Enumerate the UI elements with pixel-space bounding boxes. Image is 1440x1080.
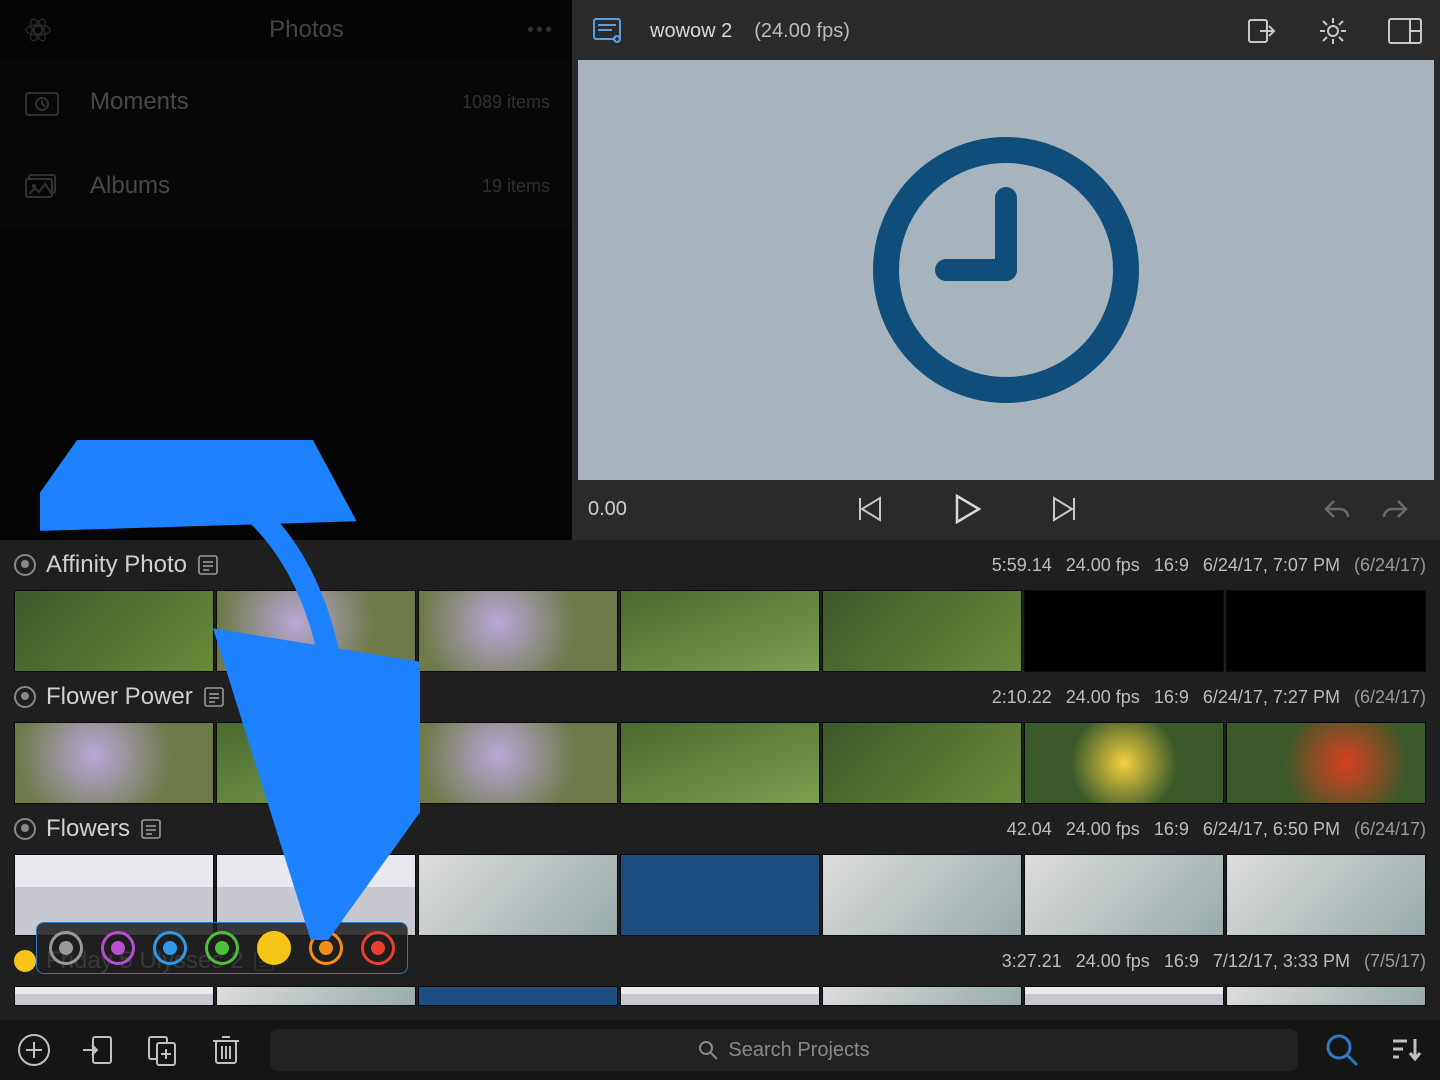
preview-canvas[interactable] — [578, 60, 1434, 480]
undo-button[interactable] — [1314, 486, 1360, 532]
project-name: Flower Power — [46, 683, 193, 711]
color-tag-green[interactable] — [205, 931, 239, 965]
project-thumbnails[interactable] — [14, 590, 1426, 672]
photos-sidebar: Photos ••• Moments 1089 items Albums 19 … — [0, 0, 572, 540]
color-tag-orange[interactable] — [309, 931, 343, 965]
prev-clip-button[interactable] — [846, 486, 892, 532]
project-name: Flowers — [46, 815, 130, 843]
sidebar-item-label: Moments — [90, 88, 462, 116]
preview-fps: (24.00 fps) — [754, 20, 850, 43]
layout-icon[interactable] — [1386, 12, 1424, 50]
color-tag-dot[interactable] — [14, 686, 36, 708]
add-button[interactable] — [14, 1030, 54, 1070]
play-button[interactable] — [944, 486, 990, 532]
color-tag-red[interactable] — [361, 931, 395, 965]
search-icon — [698, 1040, 718, 1060]
project-thumbnails[interactable] — [14, 722, 1426, 804]
color-tag-purple[interactable] — [101, 931, 135, 965]
project-meta: 42.04 24.00 fps 16:9 6/24/17, 6:50 PM (6… — [1007, 819, 1426, 840]
color-tag-gray[interactable] — [49, 931, 83, 965]
project-row[interactable]: Flower Power 2:10.22 24.00 fps 16:9 6/24… — [14, 676, 1426, 804]
trash-button[interactable] — [206, 1030, 246, 1070]
sidebar-item-count: 1089 items — [462, 92, 550, 113]
sidebar-item-label: Albums — [90, 172, 482, 200]
note-icon[interactable] — [140, 818, 162, 840]
clock-placeholder-icon — [866, 130, 1146, 410]
project-thumbnails[interactable] — [14, 986, 1426, 1006]
sidebar-title: Photos — [86, 16, 527, 44]
search-input[interactable]: Search Projects — [270, 1029, 1298, 1071]
export-icon[interactable] — [1242, 12, 1280, 50]
project-meta: 2:10.22 24.00 fps 16:9 6/24/17, 7:27 PM … — [992, 687, 1426, 708]
project-row[interactable]: Affinity Photo 5:59.14 24.00 fps 16:9 6/… — [14, 544, 1426, 672]
project-name: Affinity Photo — [46, 551, 187, 579]
albums-icon — [22, 166, 62, 206]
preview-panel: wowow 2 (24.00 fps) 0.00 — [572, 0, 1440, 540]
sidebar-item-moments[interactable]: Moments 1089 items — [0, 60, 572, 144]
color-tag-picker[interactable] — [36, 922, 408, 974]
photos-app-icon — [18, 10, 58, 50]
note-icon[interactable] — [203, 686, 225, 708]
filter-search-button[interactable] — [1322, 1030, 1362, 1070]
color-tag-yellow[interactable] — [257, 931, 291, 965]
moments-icon — [22, 82, 62, 122]
more-icon[interactable]: ••• — [527, 19, 554, 42]
sidebar-item-count: 19 items — [482, 176, 550, 197]
duplicate-button[interactable] — [142, 1030, 182, 1070]
bottom-toolbar: Search Projects — [0, 1020, 1440, 1080]
project-meta: 3:27.21 24.00 fps 16:9 7/12/17, 3:33 PM … — [1002, 951, 1426, 972]
sort-button[interactable] — [1386, 1030, 1426, 1070]
redo-button[interactable] — [1372, 486, 1418, 532]
note-icon[interactable] — [197, 554, 219, 576]
project-card-icon[interactable] — [588, 12, 626, 50]
gear-icon[interactable] — [1314, 12, 1352, 50]
next-clip-button[interactable] — [1042, 486, 1088, 532]
color-tag-blue[interactable] — [153, 931, 187, 965]
import-button[interactable] — [78, 1030, 118, 1070]
sidebar-item-albums[interactable]: Albums 19 items — [0, 144, 572, 228]
color-tag-dot[interactable] — [14, 818, 36, 840]
color-tag-dot[interactable] — [14, 950, 36, 972]
color-tag-dot[interactable] — [14, 554, 36, 576]
playback-time: 0.00 — [588, 498, 627, 521]
project-row[interactable]: Flowers 42.04 24.00 fps 16:9 6/24/17, 6:… — [14, 808, 1426, 936]
search-placeholder: Search Projects — [728, 1039, 869, 1062]
preview-title: wowow 2 — [650, 20, 732, 43]
project-meta: 5:59.14 24.00 fps 16:9 6/24/17, 7:07 PM … — [992, 555, 1426, 576]
